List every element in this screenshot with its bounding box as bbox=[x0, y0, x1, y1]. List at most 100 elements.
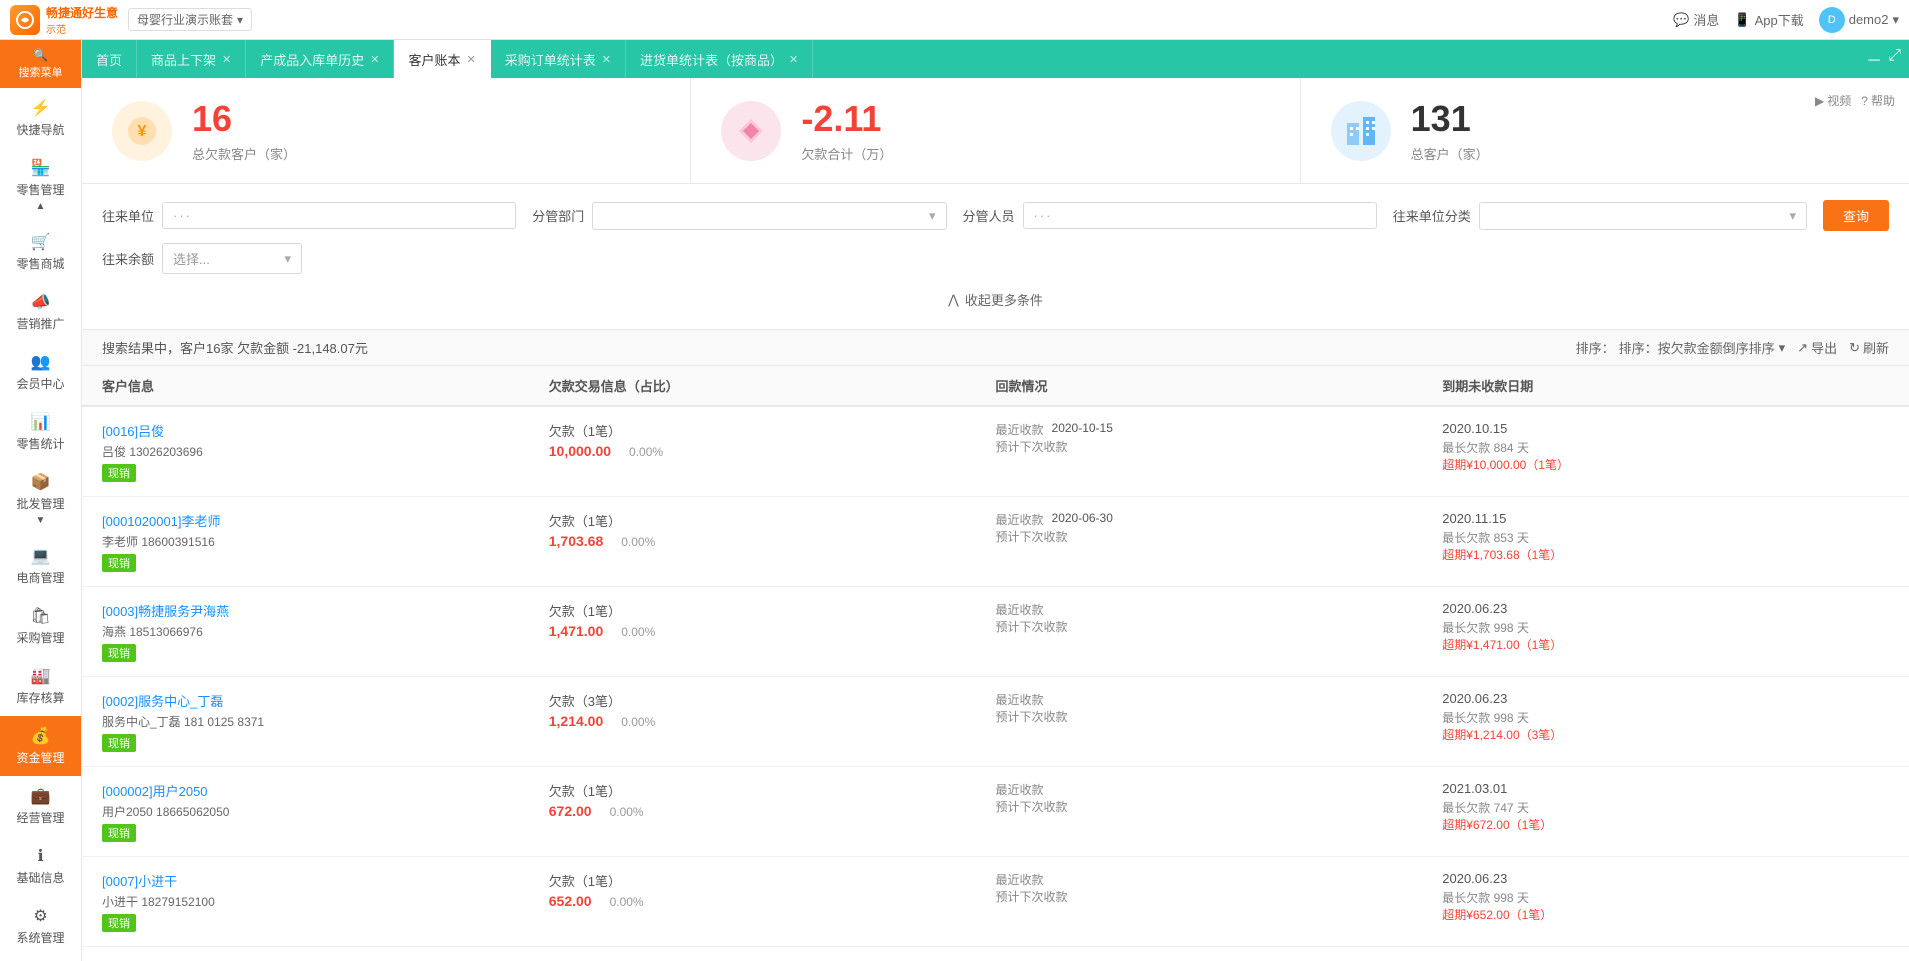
stat-label-amount: 欠款合计（万） bbox=[801, 144, 892, 163]
balance-select[interactable]: 选择... ▾ bbox=[162, 243, 302, 274]
tab-import-stats[interactable]: 进货单统计表（按商品） ✕ bbox=[626, 40, 813, 78]
tab-close-icon[interactable]: ✕ bbox=[467, 53, 476, 66]
unit-class-select[interactable]: ▾ bbox=[1479, 202, 1807, 230]
overdue-days: 最长欠款 884 天 bbox=[1442, 439, 1889, 456]
refresh-button[interactable]: ↻ 刷新 bbox=[1849, 338, 1889, 357]
export-button[interactable]: ↗ 导出 bbox=[1797, 338, 1837, 357]
collapse-button[interactable]: ⋀ 收起更多条件 bbox=[102, 286, 1889, 313]
customer-contact: 小进干 18279152100 bbox=[102, 893, 549, 910]
overdue-amount[interactable]: 超期¥1,471.00（1笔） bbox=[1442, 636, 1889, 653]
warehouse-icon: 🏭 bbox=[31, 666, 51, 686]
sidebar-item-retail-store[interactable]: 🛒 零售商城 bbox=[0, 222, 81, 282]
stat-label-total: 总客户（家） bbox=[1411, 144, 1489, 163]
content-area: ¥ 16 总欠款客户（家） -2.11 欠款合计（万） bbox=[82, 78, 1909, 961]
overdue-info: 2020.10.15 最长欠款 884 天 超期¥10,000.00（1笔） bbox=[1442, 421, 1889, 473]
recovery-info: 最近收款 预计下次收款 bbox=[996, 871, 1443, 905]
lightning-icon: ⚡ bbox=[31, 98, 51, 118]
sidebar-item-member[interactable]: 👥 会员中心 bbox=[0, 342, 81, 402]
sidebar-item-batch-mgmt[interactable]: 📦 批发管理 ▼ bbox=[0, 462, 81, 536]
recovery-info: 最近收款 2020-06-30 预计下次收款 bbox=[996, 511, 1443, 545]
stat-number-overdue: 16 bbox=[192, 98, 296, 140]
customer-name[interactable]: [0002]服务中心_丁磊 bbox=[102, 691, 549, 710]
customer-name[interactable]: [0003]畅捷服务尹海燕 bbox=[102, 601, 549, 620]
cart-icon: 🛍 bbox=[30, 606, 50, 626]
company-selector[interactable]: 母婴行业演示账套 ▾ bbox=[128, 8, 252, 31]
tab-close-icon[interactable]: ✕ bbox=[789, 53, 798, 66]
overdue-days: 最长欠款 998 天 bbox=[1442, 709, 1889, 726]
overdue-date: 2020.06.23 bbox=[1442, 871, 1889, 886]
minus-icon[interactable]: － bbox=[1866, 47, 1882, 71]
sidebar-item-label: 系统管理 bbox=[16, 929, 64, 946]
customer-info: [0003]畅捷服务尹海燕 海燕 18513066976 现销 bbox=[102, 601, 549, 662]
tab-product-offline[interactable]: 商品上下架 ✕ bbox=[137, 40, 246, 78]
debt-info: 欠款（1笔） 672.00 0.00% bbox=[549, 781, 996, 819]
sidebar-item-retail-stats[interactable]: 📊 零售统计 bbox=[0, 402, 81, 462]
sidebar-item-enterprise-coop[interactable]: 🤝 企业协同 bbox=[0, 956, 81, 961]
sidebar-item-purchase[interactable]: 🛍 采购管理 bbox=[0, 596, 81, 656]
overdue-amount[interactable]: 超期¥652.00（1笔） bbox=[1442, 906, 1889, 923]
unit-class-label: 往来单位分类 bbox=[1393, 206, 1471, 225]
overdue-info: 2020.11.15 最长欠款 853 天 超期¥1,703.68（1笔） bbox=[1442, 511, 1889, 563]
tab-product-history[interactable]: 产成品入库单历史 ✕ bbox=[246, 40, 394, 78]
balance-label: 往来余额 bbox=[102, 249, 154, 268]
tab-purchase-stats[interactable]: 采购订单统计表 ✕ bbox=[491, 40, 626, 78]
sidebar-item-basic-info[interactable]: ℹ 基础信息 bbox=[0, 836, 81, 896]
sidebar-item-system[interactable]: ⚙ 系统管理 bbox=[0, 896, 81, 956]
tab-close-icon[interactable]: ✕ bbox=[602, 53, 611, 66]
sidebar-item-label: 零售统计 bbox=[16, 435, 64, 452]
sidebar-item-label: 经营管理 bbox=[16, 809, 64, 826]
search-button[interactable]: 查询 bbox=[1823, 200, 1889, 231]
ellipsis-icon: ··· bbox=[173, 208, 192, 223]
tab-close-icon[interactable]: ✕ bbox=[370, 53, 379, 66]
dept-select[interactable]: ▾ bbox=[592, 202, 946, 230]
user-menu[interactable]: D demo2 ▾ bbox=[1819, 7, 1899, 33]
chevron-down-icon: ▾ bbox=[237, 13, 243, 27]
recovery-label: 最近收款 bbox=[996, 601, 1044, 618]
overdue-amount[interactable]: 超期¥672.00（1笔） bbox=[1442, 816, 1889, 833]
tab-label: 产成品入库单历史 bbox=[260, 50, 364, 69]
message-button[interactable]: 💬 消息 bbox=[1673, 10, 1719, 29]
stat-actions: ▶ 视频 ? 帮助 bbox=[1815, 92, 1895, 109]
customer-name[interactable]: [000002]用户2050 bbox=[102, 781, 549, 800]
overdue-amount[interactable]: 超期¥10,000.00（1笔） bbox=[1442, 456, 1889, 473]
app-download-button[interactable]: 📱 App下载 bbox=[1734, 10, 1803, 29]
sidebar-item-retail-mgmt[interactable]: 🏪 零售管理 ▲ bbox=[0, 148, 81, 222]
sort-selector[interactable]: 排序： 排序：按欠款金额倒序排序 ▾ bbox=[1576, 338, 1786, 357]
person-input[interactable]: ··· bbox=[1023, 202, 1377, 229]
overdue-date: 2020.10.15 bbox=[1442, 421, 1889, 436]
tab-home[interactable]: 首页 bbox=[82, 40, 137, 78]
video-button[interactable]: ▶ 视频 bbox=[1815, 92, 1851, 109]
tab-close-icon[interactable]: ✕ bbox=[222, 53, 231, 66]
recovery-label: 最近收款 bbox=[996, 691, 1044, 708]
customer-info: [000002]用户2050 用户2050 18665062050 现销 bbox=[102, 781, 549, 842]
overdue-amount[interactable]: 超期¥1,703.68（1笔） bbox=[1442, 546, 1889, 563]
customer-tag: 现销 bbox=[102, 464, 136, 482]
stat-card-overdue-customers: ¥ 16 总欠款客户（家） bbox=[82, 78, 691, 183]
tab-customer-account[interactable]: 客户账本 ✕ bbox=[394, 40, 490, 78]
sidebar-item-ecommerce[interactable]: 💻 电商管理 bbox=[0, 536, 81, 596]
help-button[interactable]: ? 帮助 bbox=[1861, 92, 1895, 109]
sidebar-item-marketing[interactable]: 📣 营销推广 bbox=[0, 282, 81, 342]
customer-name[interactable]: [0001020001]李老师 bbox=[102, 511, 549, 530]
debt-info: 欠款（1笔） 1,471.00 0.00% bbox=[549, 601, 996, 639]
expand-icon[interactable]: ⤢ bbox=[1888, 47, 1901, 71]
debt-info: 欠款（1笔） 652.00 0.00% bbox=[549, 871, 996, 909]
tab-label: 进货单统计表（按商品） bbox=[640, 50, 783, 69]
recovery-info: 最近收款 预计下次收款 bbox=[996, 691, 1443, 725]
debt-count: 欠款（1笔） bbox=[549, 421, 996, 440]
sidebar-search[interactable]: 🔍 搜索菜单 bbox=[0, 40, 81, 88]
recovery-info: 最近收款 预计下次收款 bbox=[996, 601, 1443, 635]
customer-tag: 现销 bbox=[102, 914, 136, 932]
recovery-label: 最近收款 bbox=[996, 511, 1044, 528]
sidebar-item-finance[interactable]: 💰 资金管理 bbox=[0, 716, 81, 776]
tab-label: 首页 bbox=[96, 50, 122, 69]
customer-name[interactable]: [0007]小进干 bbox=[102, 871, 549, 890]
sidebar-item-operations[interactable]: 💼 经营管理 bbox=[0, 776, 81, 836]
from-unit-input[interactable]: ··· bbox=[162, 202, 516, 229]
overdue-amount[interactable]: 超期¥1,214.00（3笔） bbox=[1442, 726, 1889, 743]
sidebar-item-quick-nav[interactable]: ⚡ 快捷导航 bbox=[0, 88, 81, 148]
customer-name[interactable]: [0016]吕俊 bbox=[102, 421, 549, 440]
table-row: [0007]小进干 小进干 18279152100 现销 欠款（1笔） 652.… bbox=[82, 857, 1909, 947]
sidebar-item-inventory[interactable]: 🏭 库存核算 bbox=[0, 656, 81, 716]
stats-row: ¥ 16 总欠款客户（家） -2.11 欠款合计（万） bbox=[82, 78, 1909, 184]
